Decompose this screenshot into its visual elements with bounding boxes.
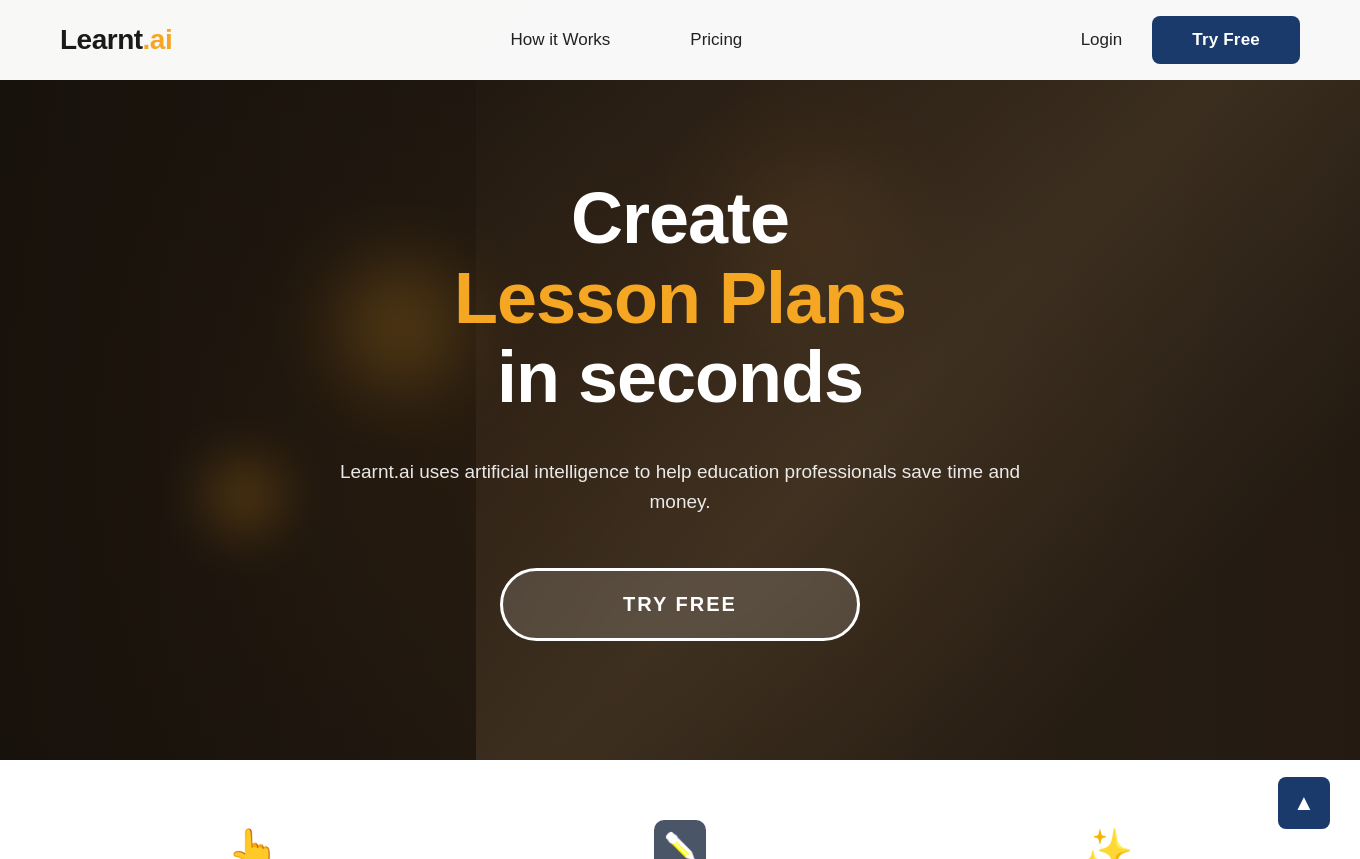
finger-tap-icon: 👆	[227, 826, 279, 860]
bokeh-light-2	[204, 456, 284, 536]
chevron-up-icon: ▲	[1293, 792, 1315, 814]
logo-text: Learnt.ai	[60, 24, 172, 56]
nav-pricing[interactable]: Pricing	[690, 30, 742, 50]
pencil-icon: ✏️	[664, 831, 696, 860]
hero-section: Create Lesson Plans in seconds Learnt.ai…	[0, 0, 1360, 760]
hero-try-free-button[interactable]: TRY FREE	[500, 568, 860, 641]
hero-subtitle: Learnt.ai uses artificial intelligence t…	[320, 457, 1040, 518]
step-1: 👆 Step 1	[40, 820, 467, 859]
hero-title-seconds: in seconds	[320, 338, 1040, 417]
hero-content: Create Lesson Plans in seconds Learnt.ai…	[320, 119, 1040, 640]
magic-wand-icon: ✨	[1081, 826, 1133, 860]
steps-section: 👆 Step 1 ✏️ Step 2 ✨ Step 3	[0, 760, 1360, 859]
nav-actions: Login Try Free	[1081, 16, 1300, 64]
nav-how-it-works[interactable]: How it Works	[511, 30, 611, 50]
nav-try-free-button[interactable]: Try Free	[1152, 16, 1300, 64]
step-3-icon: ✨	[1077, 820, 1137, 859]
logo-name-prefix: Learnt	[60, 24, 143, 55]
hero-title-lesson-plans: Lesson Plans	[320, 259, 1040, 338]
logo[interactable]: Learnt.ai	[60, 24, 172, 56]
nav-links: How it Works Pricing	[511, 30, 743, 50]
nav-login[interactable]: Login	[1081, 30, 1123, 50]
step-3: ✨ Step 3	[893, 820, 1320, 859]
step-2: ✏️ Step 2	[467, 820, 894, 859]
step-2-icon-container: ✏️	[654, 820, 706, 859]
logo-name-suffix: .ai	[143, 24, 173, 55]
step-1-icon: 👆	[223, 820, 283, 859]
hero-title-create: Create	[320, 179, 1040, 258]
navbar: Learnt.ai How it Works Pricing Login Try…	[0, 0, 1360, 80]
scroll-to-top-button[interactable]: ▲	[1278, 777, 1330, 829]
